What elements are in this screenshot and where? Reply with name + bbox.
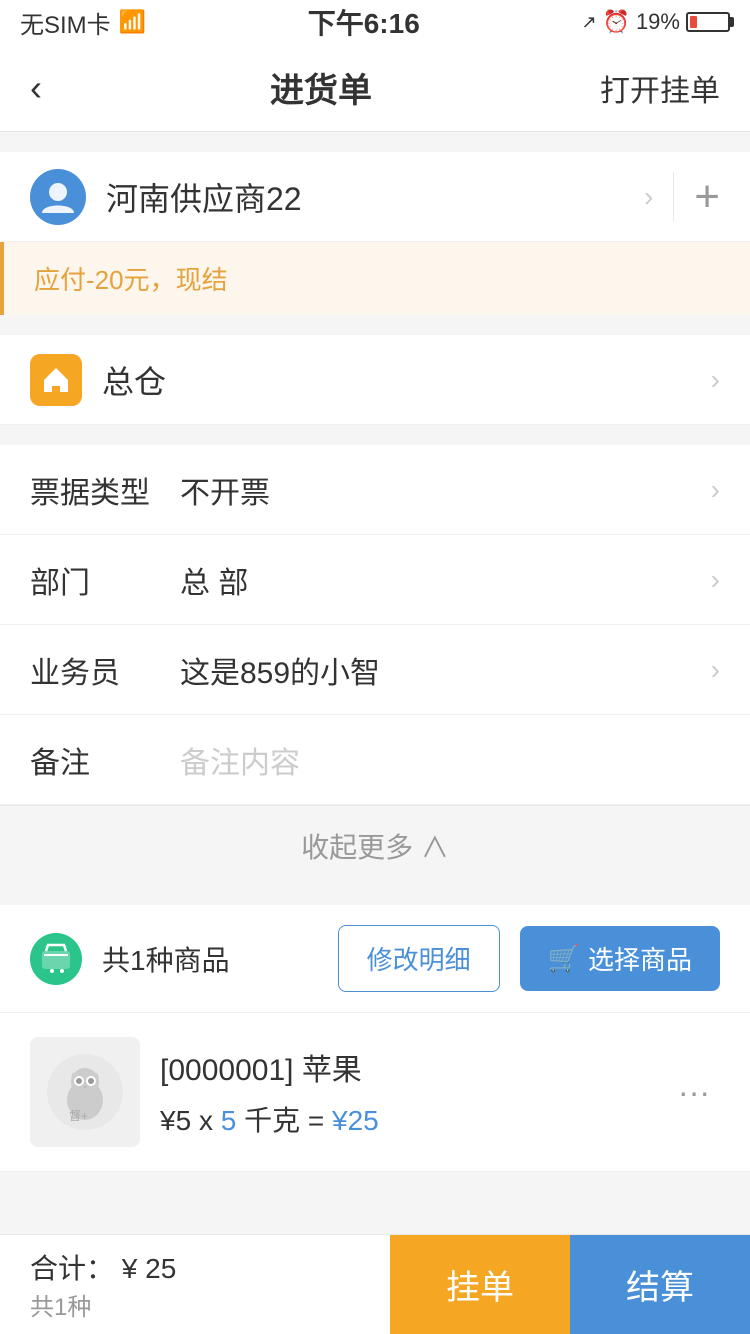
battery-fill — [690, 16, 697, 28]
sales-row[interactable]: 业务员 这是859的小智 › — [0, 625, 750, 715]
dept-label: 部门 — [30, 558, 170, 602]
select-product-label: 选择商品 — [588, 940, 692, 977]
product-price: ¥5 x 5 千克 = ¥25 — [160, 1099, 648, 1139]
sales-chevron-icon: › — [711, 654, 720, 686]
section-divider-4 — [0, 885, 750, 905]
product-more-button[interactable]: ··· — [668, 1064, 720, 1121]
product-card: 共1种商品 修改明细 🛒 选择商品 — [0, 905, 750, 1172]
alarm-icon: ⏰ — [603, 9, 630, 35]
status-left: 无SIM卡 📶 — [20, 5, 146, 40]
supplier-avatar — [30, 169, 86, 225]
product-item: 督+ [0000001] 苹果 ¥5 x 5 千克 = ¥25 ··· — [0, 1013, 750, 1172]
product-thumbnail: 督+ — [30, 1037, 140, 1147]
carrier-text: 无SIM卡 — [20, 5, 111, 40]
hang-order-label: 挂单 — [446, 1260, 514, 1309]
unit-price: ¥5 — [160, 1105, 191, 1136]
remark-row[interactable]: 备注 备注内容 — [0, 715, 750, 805]
product-name: [0000001] 苹果 — [160, 1045, 648, 1089]
hang-order-button[interactable]: 挂单 — [390, 1235, 570, 1334]
content-area: 河南供应商22 › + 应付-20元，现结 总仓 › 票据类型 不 — [0, 132, 750, 1292]
remark-label: 备注 — [30, 738, 170, 782]
collapse-bar[interactable]: 收起更多 ∧ — [0, 805, 750, 885]
warehouse-row[interactable]: 总仓 › — [0, 335, 750, 425]
total-section: 合计： ¥ 25 共1种 — [0, 1247, 390, 1322]
page-title: 进货单 — [270, 63, 372, 112]
sales-value: 这是859的小智 — [170, 648, 701, 692]
total-label: 合计： — [30, 1253, 114, 1284]
multiply-sign: x — [199, 1105, 221, 1136]
notice-bar: 应付-20元，现结 — [0, 242, 750, 315]
product-count: 共1种商品 — [102, 939, 318, 979]
product-info: [0000001] 苹果 ¥5 x 5 千克 = ¥25 — [160, 1045, 648, 1139]
form-card: 票据类型 不开票 › 部门 总 部 › 业务员 这是859的小智 › 备注 备注… — [0, 445, 750, 805]
total-row: 合计： ¥ 25 — [30, 1247, 360, 1287]
section-divider-3 — [0, 425, 750, 445]
dept-chevron-icon: › — [711, 564, 720, 596]
invoice-value: 不开票 — [170, 468, 701, 512]
total-sub: 共1种 — [30, 1287, 360, 1322]
bottom-bar: 合计： ¥ 25 共1种 挂单 结算 — [0, 1234, 750, 1334]
sales-label: 业务员 — [30, 648, 170, 692]
supplier-name: 河南供应商22 — [106, 174, 634, 220]
total-amount: ¥ 25 — [122, 1253, 177, 1284]
warehouse-card: 总仓 › — [0, 335, 750, 425]
settle-button[interactable]: 结算 — [570, 1235, 750, 1334]
person-icon — [38, 177, 78, 217]
edit-detail-button[interactable]: 修改明细 — [338, 925, 500, 992]
dept-value: 总 部 — [170, 558, 701, 602]
svg-text:督+: 督+ — [69, 1108, 88, 1123]
product-toolbar: 共1种商品 修改明细 🛒 选择商品 — [0, 905, 750, 1013]
select-product-icon: 🛒 — [548, 943, 580, 974]
warehouse-icon — [30, 354, 82, 406]
dept-row[interactable]: 部门 总 部 › — [0, 535, 750, 625]
notice-text: 应付-20元，现结 — [34, 265, 228, 295]
status-right: ↗ ⏰ 19% — [581, 9, 730, 35]
warehouse-chevron-icon: › — [711, 364, 720, 396]
section-divider-1 — [0, 132, 750, 152]
battery-pct: 19% — [636, 9, 680, 35]
settle-label: 结算 — [626, 1260, 694, 1309]
wifi-icon: 📶 — [119, 9, 146, 35]
product-unit: 千克 — [244, 1105, 300, 1136]
cart-icon — [40, 943, 72, 975]
section-divider-5 — [0, 1172, 750, 1192]
home-icon — [40, 364, 72, 396]
status-bar: 无SIM卡 📶 下午6:16 ↗ ⏰ 19% — [0, 0, 750, 44]
collapse-label: 收起更多 ∧ — [301, 826, 449, 866]
equals-sign: = — [308, 1105, 332, 1136]
invoice-chevron-icon: › — [711, 474, 720, 506]
product-total: ¥25 — [332, 1105, 379, 1136]
back-button[interactable]: ‹ — [30, 67, 42, 109]
status-time: 下午6:16 — [308, 2, 420, 42]
supplier-card: 河南供应商22 › + 应付-20元，现结 — [0, 152, 750, 315]
section-divider-2 — [0, 315, 750, 335]
remark-input[interactable]: 备注内容 — [170, 738, 720, 782]
supplier-row[interactable]: 河南供应商22 › + — [0, 152, 750, 242]
vertical-divider — [673, 172, 674, 222]
location-icon: ↗ — [581, 12, 596, 33]
invoice-row[interactable]: 票据类型 不开票 › — [0, 445, 750, 535]
product-code: [0000001] — [160, 1054, 293, 1087]
product-name-text: 苹果 — [302, 1054, 362, 1087]
product-icon — [30, 933, 82, 985]
select-product-button[interactable]: 🛒 选择商品 — [520, 926, 720, 991]
nav-bar: ‹ 进货单 打开挂单 — [0, 44, 750, 132]
invoice-label: 票据类型 — [30, 468, 170, 512]
warehouse-name: 总仓 — [102, 357, 701, 403]
open-pending-button[interactable]: 打开挂单 — [600, 66, 720, 110]
product-thumb-icon: 督+ — [45, 1052, 125, 1132]
supplier-chevron-icon: › — [644, 181, 653, 213]
battery-icon — [686, 12, 730, 32]
add-supplier-button[interactable]: + — [694, 172, 720, 222]
product-qty: 5 — [221, 1105, 237, 1136]
